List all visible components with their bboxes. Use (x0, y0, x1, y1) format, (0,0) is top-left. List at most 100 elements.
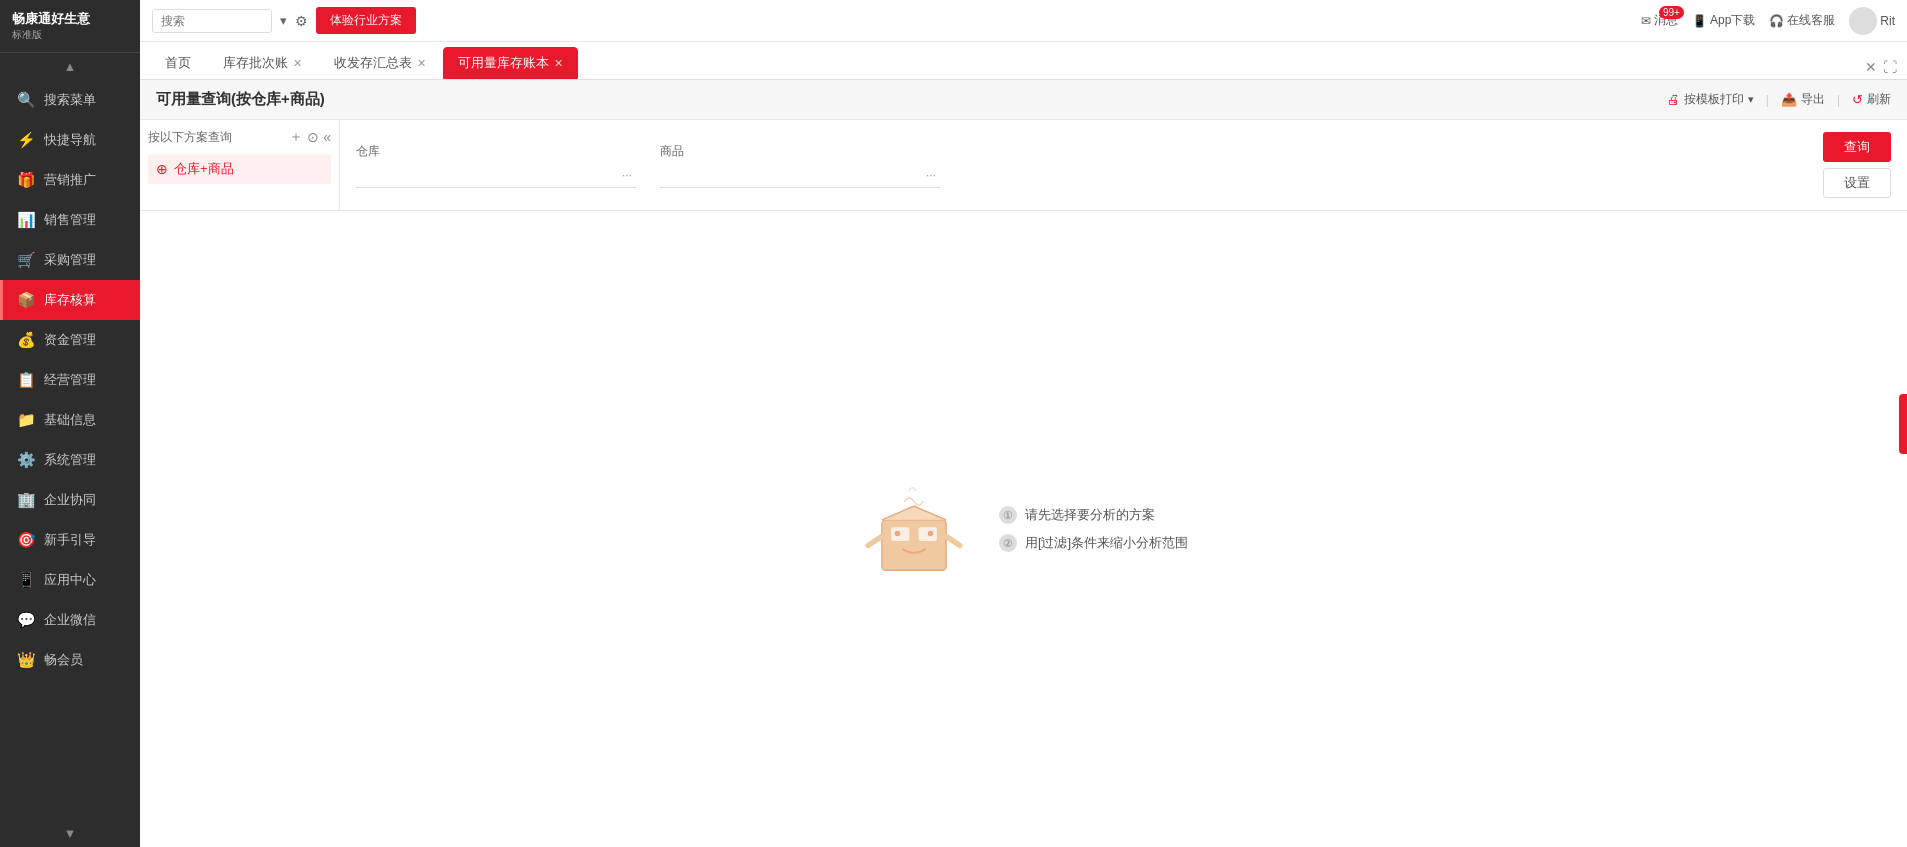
topbar-dropdown-icon[interactable]: ▾ (280, 13, 287, 28)
tab-expand-button[interactable]: ⛶ (1883, 59, 1897, 75)
refresh-icon: ↺ (1852, 92, 1863, 107)
sidebar-item-finance[interactable]: 💰 资金管理 (0, 320, 140, 360)
sidebar: 畅康通好生意 标准版 ▲ 🔍 搜索菜单 ⚡ 快捷导航 🎁 营销推广 📊 销售管理… (0, 0, 140, 847)
gear-icon: ⚙️ (17, 451, 36, 469)
sidebar-item-label: 企业微信 (44, 611, 96, 629)
sidebar-item-label: 应用中心 (44, 571, 96, 589)
sidebar-item-member[interactable]: 👑 畅会员 (0, 640, 140, 680)
tab-available-close[interactable]: ✕ (554, 57, 563, 70)
sidebar-item-purchase[interactable]: 🛒 采购管理 (0, 240, 140, 280)
svg-rect-0 (882, 520, 946, 570)
scheme-item-warehouse-product[interactable]: ⊕ 仓库+商品 (148, 154, 331, 184)
topbar-search-input[interactable] (152, 9, 272, 33)
svg-rect-1 (891, 527, 909, 541)
filter-group-warehouse: 仓库 ··· (356, 143, 636, 188)
export-label: 导出 (1801, 91, 1825, 108)
service-button[interactable]: 🎧 在线客服 (1769, 12, 1835, 29)
avatar (1849, 7, 1877, 35)
folder-icon: 📁 (17, 411, 36, 429)
sidebar-scroll-down[interactable]: ▼ (0, 820, 140, 847)
sidebar-item-sales[interactable]: 📊 销售管理 (0, 200, 140, 240)
divider2: | (1837, 93, 1840, 107)
tab-available[interactable]: 可用量库存账本 ✕ (443, 47, 578, 79)
scheme-panel: 按以下方案查询 ＋ ⊙ « ⊕ 仓库+商品 (140, 120, 340, 210)
sidebar-header: 畅康通好生意 标准版 (0, 0, 140, 53)
scheme-collapse-button[interactable]: « (323, 129, 331, 145)
tab-summary-close[interactable]: ✕ (417, 57, 426, 70)
warehouse-input[interactable] (356, 164, 618, 187)
sidebar-item-label: 搜索菜单 (44, 91, 96, 109)
main-area: ▾ ⚙ 体验行业方案 ✉ 消息 99+ 📱 App下载 🎧 在线客服 Rit (140, 0, 1907, 847)
product-input[interactable] (660, 164, 922, 187)
svg-rect-2 (918, 527, 936, 541)
sidebar-item-enterprise[interactable]: 🏢 企业协同 (0, 480, 140, 520)
message-button[interactable]: ✉ 消息 99+ (1641, 12, 1678, 29)
export-action[interactable]: 📤 导出 (1781, 91, 1825, 108)
app-download-button[interactable]: 📱 App下载 (1692, 12, 1755, 29)
empty-state: ① 请先选择要分析的方案 ② 用[过滤]条件来缩小分析范围 (140, 211, 1907, 847)
operations-icon: 📋 (17, 371, 36, 389)
tab-summary[interactable]: 收发存汇总表 ✕ (319, 47, 441, 79)
print-dropdown-icon[interactable]: ▾ (1748, 93, 1754, 106)
scheme-panel-title: 按以下方案查询 (148, 129, 232, 146)
sidebar-item-label: 系统管理 (44, 451, 96, 469)
warehouse-more-button[interactable]: ··· (618, 166, 636, 184)
sidebar-item-search[interactable]: 🔍 搜索菜单 (0, 80, 140, 120)
empty-tips: ① 请先选择要分析的方案 ② 用[过滤]条件来缩小分析范围 (999, 506, 1188, 552)
topbar-gear-icon[interactable]: ⚙ (295, 13, 308, 29)
tab-available-label: 可用量库存账本 (458, 54, 549, 72)
product-more-button[interactable]: ··· (922, 166, 940, 184)
sidebar-item-label: 资金管理 (44, 331, 96, 349)
product-input-wrap: ··· (660, 164, 940, 188)
sidebar-item-newbie[interactable]: 🎯 新手引导 (0, 520, 140, 560)
query-button[interactable]: 查询 (1823, 132, 1891, 162)
tab-summary-label: 收发存汇总表 (334, 54, 412, 72)
refresh-action[interactable]: ↺ 刷新 (1852, 91, 1891, 108)
sidebar-scroll-up[interactable]: ▲ (0, 53, 140, 80)
sidebar-item-marketing[interactable]: 🎁 营销推广 (0, 160, 140, 200)
filter-row: 仓库 ··· 商品 ··· (340, 120, 1823, 210)
message-icon: ✉ (1641, 14, 1651, 28)
filter-group-product: 商品 ··· (660, 143, 940, 188)
empty-tip-2: ② 用[过滤]条件来缩小分析范围 (999, 534, 1188, 552)
chart-icon: 📊 (17, 211, 36, 229)
gift-icon: 🎁 (17, 171, 36, 189)
search-icon: 🔍 (17, 91, 36, 109)
sidebar-item-label: 经营管理 (44, 371, 96, 389)
tab-batch-close[interactable]: ✕ (293, 57, 302, 70)
tip-text-2: 用[过滤]条件来缩小分析范围 (1025, 534, 1188, 552)
app-label: App下载 (1710, 12, 1755, 29)
user-profile[interactable]: Rit (1849, 7, 1895, 35)
warehouse-label: 仓库 (356, 143, 636, 160)
sidebar-item-label: 快捷导航 (44, 131, 96, 149)
product-label: 商品 (660, 143, 940, 160)
refresh-label: 刷新 (1867, 91, 1891, 108)
print-label: 按模板打印 (1684, 91, 1744, 108)
settings-button[interactable]: 设置 (1823, 168, 1891, 198)
trial-button[interactable]: 体验行业方案 (316, 7, 416, 34)
sidebar-item-shortcut[interactable]: ⚡ 快捷导航 (0, 120, 140, 160)
sidebar-item-inventory[interactable]: 📦 库存核算 (0, 280, 140, 320)
query-area: 按以下方案查询 ＋ ⊙ « ⊕ 仓库+商品 仓库 (140, 120, 1907, 211)
sidebar-nav: 🔍 搜索菜单 ⚡ 快捷导航 🎁 营销推广 📊 销售管理 🛒 采购管理 📦 库存核… (0, 80, 140, 820)
sidebar-item-label: 采购管理 (44, 251, 96, 269)
scheme-settings-button[interactable]: ⊙ (307, 129, 319, 145)
message-badge: 99+ (1659, 6, 1684, 19)
empty-tip-1: ① 请先选择要分析的方案 (999, 506, 1188, 524)
sidebar-item-label: 基础信息 (44, 411, 96, 429)
sidebar-item-wechat[interactable]: 💬 企业微信 (0, 600, 140, 640)
print-action[interactable]: 🖨 按模板打印 ▾ (1667, 91, 1754, 108)
page-header-actions: 🖨 按模板打印 ▾ | 📤 导出 | ↺ 刷新 (1667, 91, 1891, 108)
sidebar-item-operations[interactable]: 📋 经营管理 (0, 360, 140, 400)
tab-batch[interactable]: 库存批次账 ✕ (208, 47, 317, 79)
guide-icon: 🎯 (17, 531, 36, 549)
wechat-icon: 💬 (17, 611, 36, 629)
sidebar-item-appcenter[interactable]: 📱 应用中心 (0, 560, 140, 600)
content-area: 可用量查询(按仓库+商品) 🖨 按模板打印 ▾ | 📤 导出 | ↺ 刷新 (140, 80, 1907, 847)
sidebar-item-basics[interactable]: 📁 基础信息 (0, 400, 140, 440)
tab-close-all-button[interactable]: ✕ (1865, 59, 1877, 75)
right-scroll-handle[interactable] (1899, 394, 1907, 454)
sidebar-item-system[interactable]: ⚙️ 系统管理 (0, 440, 140, 480)
scheme-add-button[interactable]: ＋ (289, 128, 303, 146)
tab-home[interactable]: 首页 (150, 47, 206, 79)
